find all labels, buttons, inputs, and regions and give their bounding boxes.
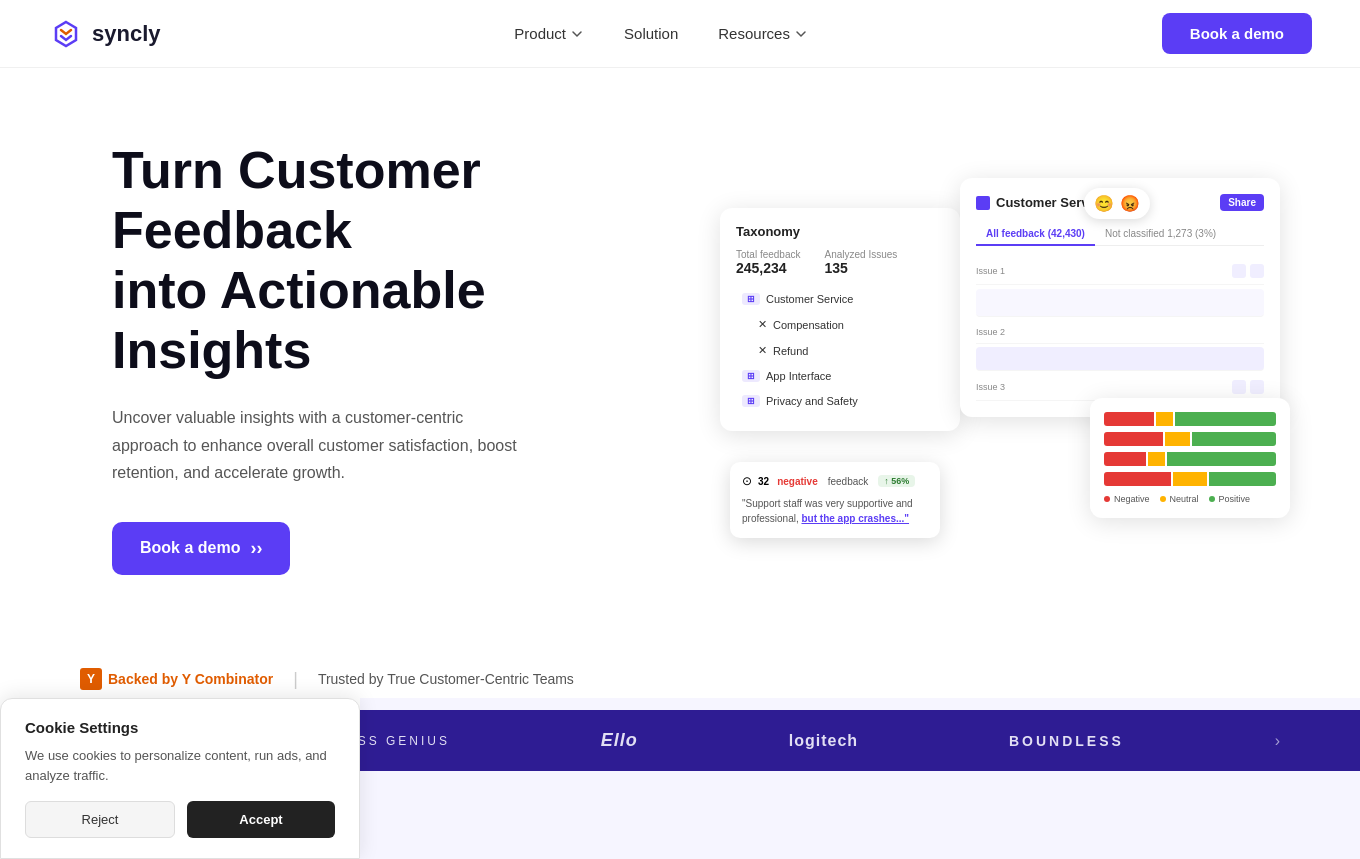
cs-icon bbox=[976, 196, 990, 210]
cookie-banner: Cookie Settings We use cookies to person… bbox=[0, 698, 1360, 771]
bar-row bbox=[1104, 432, 1276, 446]
cs-issue-row bbox=[976, 347, 1264, 371]
arrow-icon: ›› bbox=[250, 538, 262, 559]
chevron-down-icon bbox=[794, 27, 808, 41]
nav-links: Product Solution Resources bbox=[498, 17, 824, 50]
cs-issue-row: Issue 2 bbox=[976, 321, 1264, 344]
bar-row bbox=[1104, 412, 1276, 426]
tree-item: ✕ Refund bbox=[752, 339, 944, 362]
angry-emoji: 😡 bbox=[1120, 194, 1140, 213]
cs-issue-row bbox=[976, 289, 1264, 317]
hero-cta-button[interactable]: Book a demo ›› bbox=[112, 522, 290, 575]
logo-icon bbox=[48, 16, 84, 52]
logo[interactable]: syncly bbox=[48, 16, 161, 52]
hero-content: Turn Customer Feedback into Actionable I… bbox=[112, 141, 612, 575]
nav-product[interactable]: Product bbox=[498, 17, 600, 50]
cs-icon-sm bbox=[1250, 380, 1264, 394]
emoji-reaction: 😊 😡 bbox=[1084, 188, 1150, 219]
trusted-section: Y Backed by Y Combinator | Trusted by Tr… bbox=[0, 648, 1360, 690]
bar-chart-card: Negative Neutral Positive bbox=[1090, 398, 1290, 518]
hero-title: Turn Customer Feedback into Actionable I… bbox=[112, 141, 612, 380]
cs-issue-row: Issue 1 bbox=[976, 258, 1264, 285]
cs-icon-sm bbox=[1232, 380, 1246, 394]
yc-badge: Y Backed by Y Combinator bbox=[80, 668, 273, 690]
trusted-text: Trusted by True Customer-Centric Teams bbox=[318, 671, 574, 687]
cs-issue-row: Issue 3 bbox=[976, 374, 1264, 401]
nav-resources[interactable]: Resources bbox=[702, 17, 824, 50]
hero-subtitle: Uncover valuable insights with a custome… bbox=[112, 404, 532, 486]
tree-item: ⊞ App Interface bbox=[736, 365, 944, 387]
cs-icon-sm bbox=[1232, 264, 1246, 278]
cs-tabs: All feedback (42,430) Not classified 1,2… bbox=[976, 223, 1264, 246]
cookie-right-space bbox=[360, 698, 1360, 771]
logo-text: syncly bbox=[92, 21, 161, 47]
navbar: syncly Product Solution Resources Book a… bbox=[0, 0, 1360, 68]
cs-icon-sm bbox=[1250, 264, 1264, 278]
share-button[interactable]: Share bbox=[1220, 194, 1264, 211]
tree-item: ✕ Compensation bbox=[752, 313, 944, 336]
illustration-wrapper: Taxonomy Total feedback 245,234 Analyzed… bbox=[720, 178, 1280, 538]
tree-item: ⊞ Customer Service bbox=[736, 288, 944, 310]
book-demo-button[interactable]: Book a demo bbox=[1162, 13, 1312, 54]
cookie-text: We use cookies to personalize content, r… bbox=[25, 746, 335, 771]
cookie-panel: Cookie Settings We use cookies to person… bbox=[0, 698, 360, 771]
feedback-popup: ⊙ 32 negative feedback ↑ 56% "Support st… bbox=[730, 462, 940, 538]
cookie-title: Cookie Settings bbox=[25, 719, 335, 736]
bar-legend: Negative Neutral Positive bbox=[1104, 494, 1276, 504]
nav-solution[interactable]: Solution bbox=[608, 17, 694, 50]
yc-logo: Y bbox=[80, 668, 102, 690]
happy-emoji: 😊 bbox=[1094, 194, 1114, 213]
taxonomy-stats: Total feedback 245,234 Analyzed Issues 1… bbox=[736, 249, 944, 276]
feedback-quote: "Support staff was very supportive and p… bbox=[742, 496, 928, 526]
tree-item: ⊞ Privacy and Safety bbox=[736, 390, 944, 412]
bar-row bbox=[1104, 472, 1276, 486]
bar-row bbox=[1104, 452, 1276, 466]
yc-text: Backed by Y Combinator bbox=[108, 671, 273, 687]
hero-section: Turn Customer Feedback into Actionable I… bbox=[0, 68, 1360, 648]
chevron-down-icon bbox=[570, 27, 584, 41]
positive-badge: ↑ 56% bbox=[878, 475, 915, 487]
cs-tab-unclassified[interactable]: Not classified 1,273 (3%) bbox=[1095, 223, 1226, 246]
hero-illustration: Taxonomy Total feedback 245,234 Analyzed… bbox=[612, 158, 1280, 558]
cs-tab-all[interactable]: All feedback (42,430) bbox=[976, 223, 1095, 246]
taxonomy-card: Taxonomy Total feedback 245,234 Analyzed… bbox=[720, 208, 960, 431]
taxonomy-title: Taxonomy bbox=[736, 224, 944, 239]
